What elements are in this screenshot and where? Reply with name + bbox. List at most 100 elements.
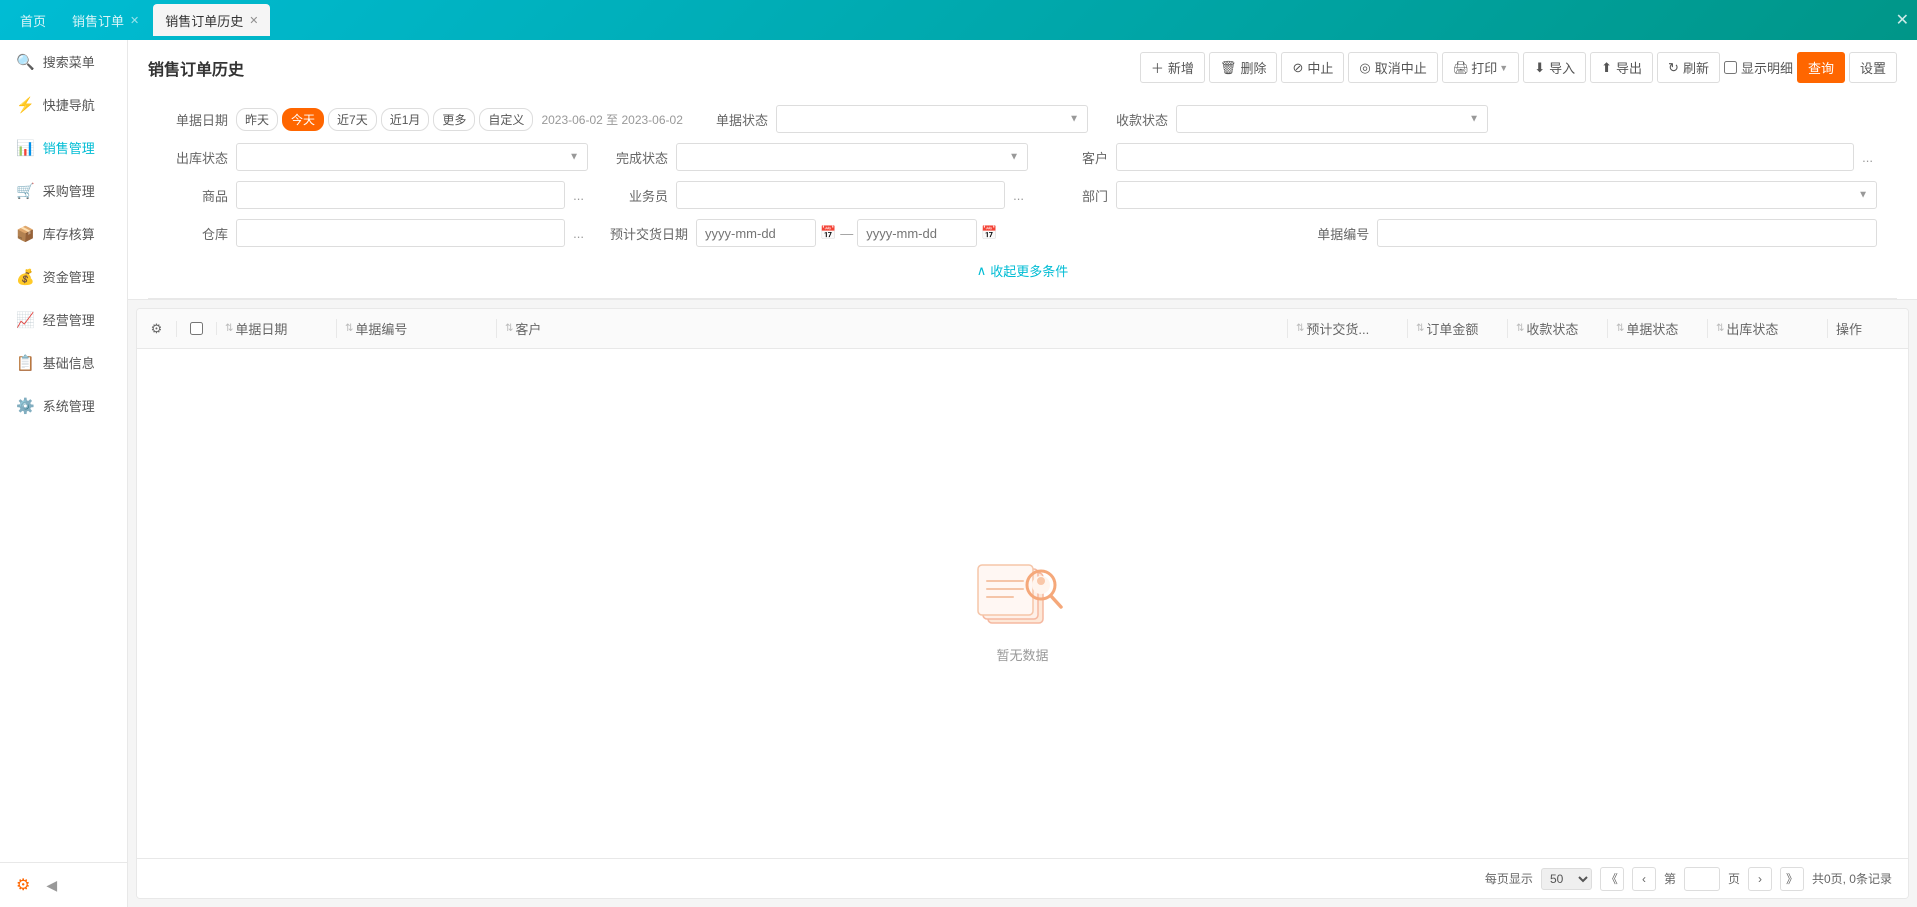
department-arrow-icon: ▼	[1858, 190, 1868, 201]
filter-group-complete-status: 完成状态 ▼	[608, 143, 1028, 171]
sidebar-item-system-mgmt[interactable]: ⚙️ 系统管理	[0, 384, 127, 427]
tab-sales-order-close[interactable]: ✕	[130, 14, 139, 27]
first-page-button[interactable]: 《	[1600, 867, 1624, 891]
import-button[interactable]: ⬇ 导入	[1523, 52, 1586, 83]
delivery-date-end-input[interactable]	[857, 219, 977, 247]
sidebar-item-capital[interactable]: 💰 资金管理	[0, 255, 127, 298]
sidebar-item-quick-nav[interactable]: ⚡ 快捷导航	[0, 83, 127, 126]
salesperson-dots-button[interactable]: ...	[1009, 188, 1028, 203]
warehouse-input[interactable]	[236, 219, 565, 247]
filter-group-date: 单据日期 昨天 今天 近7天 近1月 更多 自定义 2023-06-02 至 2…	[168, 108, 688, 131]
sidebar-item-search-menu-label: 搜索菜单	[43, 52, 95, 71]
warehouse-dots-button[interactable]: ...	[569, 226, 588, 241]
date-chip-custom[interactable]: 自定义	[479, 108, 533, 131]
date-chip-last1month[interactable]: 近1月	[381, 108, 430, 131]
th-settings[interactable]: ⚙	[137, 321, 177, 337]
goods-input[interactable]	[236, 181, 565, 209]
calendar-start-icon[interactable]: 📅	[820, 225, 836, 241]
th-customer-label: 客户	[515, 319, 541, 338]
top-bar: 首页 销售订单 ✕ 销售订单历史 ✕ ✕	[0, 0, 1917, 40]
settings-button[interactable]: 设置	[1849, 52, 1897, 83]
order-status-arrow-icon: ▼	[1069, 114, 1079, 125]
th-order-status[interactable]: ⇅ 单据状态	[1608, 319, 1708, 338]
receipt-status-select[interactable]: ▼	[1176, 105, 1488, 133]
sort-icon-order: ⇅	[1616, 323, 1624, 334]
th-number[interactable]: ⇅ 单据编号	[337, 319, 497, 338]
delivery-status-select[interactable]: ▼	[236, 143, 588, 171]
delivery-date-start-input[interactable]	[696, 219, 816, 247]
sidebar-settings-icon[interactable]: ⚙	[16, 875, 30, 895]
department-label: 部门	[1048, 186, 1108, 205]
th-receipt-status[interactable]: ⇅ 收款状态	[1508, 319, 1608, 338]
sidebar-item-purchase-mgmt[interactable]: 🛒 采购管理	[0, 169, 127, 212]
import-label: 导入	[1549, 58, 1575, 77]
show-details-input[interactable]	[1724, 61, 1737, 74]
tab-sales-order-history-close[interactable]: ✕	[249, 14, 258, 27]
last-page-button[interactable]: 》	[1780, 867, 1804, 891]
date-chip-yesterday[interactable]: 昨天	[236, 108, 278, 131]
delete-button[interactable]: 🗑 删除	[1209, 52, 1278, 83]
refresh-button[interactable]: ↻ 刷新	[1657, 52, 1720, 83]
th-delivery[interactable]: ⇅ 预计交货...	[1288, 319, 1408, 338]
filter-group-doc-number: 单据编号	[1309, 219, 1877, 247]
goods-label: 商品	[168, 186, 228, 205]
th-order-status-label: 单据状态	[1626, 319, 1678, 338]
th-action: 操作	[1828, 319, 1908, 338]
customer-input[interactable]	[1116, 143, 1854, 171]
collapse-button[interactable]: ∧ 收起更多条件	[168, 257, 1877, 288]
tab-sales-order-history[interactable]: 销售订单历史 ✕	[153, 4, 270, 36]
sidebar-item-search-menu[interactable]: 🔍 搜索菜单	[0, 40, 127, 83]
th-amount[interactable]: ⇅ 订单金额	[1408, 319, 1508, 338]
query-button[interactable]: 查询	[1797, 52, 1845, 83]
delivery-status-label: 出库状态	[168, 148, 228, 167]
sidebar-item-operations[interactable]: 📈 经营管理	[0, 298, 127, 341]
date-chip-last7[interactable]: 近7天	[328, 108, 377, 131]
filter-group-warehouse: 仓库 ...	[168, 219, 588, 247]
department-select[interactable]: ▼	[1116, 181, 1877, 209]
date-chip-more[interactable]: 更多	[433, 108, 475, 131]
th-check[interactable]	[177, 322, 217, 335]
warehouse-label: 仓库	[168, 224, 228, 243]
calendar-end-icon[interactable]: 📅	[981, 225, 997, 241]
empty-state: 暂无数据	[973, 543, 1073, 664]
sidebar-collapse-icon[interactable]: ◀	[46, 877, 57, 894]
th-date[interactable]: ⇅ 单据日期	[217, 319, 337, 338]
tab-home[interactable]: 首页	[8, 4, 58, 36]
order-status-select[interactable]: ▼	[776, 105, 1088, 133]
add-icon: ＋	[1151, 58, 1164, 77]
order-status-label: 单据状态	[708, 110, 768, 129]
cancel-stop-button[interactable]: ◎ 取消中止	[1348, 52, 1437, 83]
customer-dots-button[interactable]: ...	[1858, 150, 1877, 165]
filter-group-salesperson: 业务员 ...	[608, 181, 1028, 209]
stop-button[interactable]: ⊘ 中止	[1281, 52, 1344, 83]
window-close-icon[interactable]: ✕	[1896, 10, 1909, 30]
next-page-button[interactable]: ›	[1748, 867, 1772, 891]
doc-number-input[interactable]	[1377, 219, 1877, 247]
sidebar-item-inventory[interactable]: 📦 库存核算	[0, 212, 127, 255]
page-number-input[interactable]: 1	[1684, 867, 1720, 891]
filter-group-goods: 商品 ...	[168, 181, 588, 209]
page-title: 销售订单历史	[148, 56, 244, 80]
purchase-icon: 🛒	[16, 182, 35, 200]
quick-nav-icon: ⚡	[16, 96, 35, 114]
tab-sales-order[interactable]: 销售订单 ✕	[60, 4, 151, 36]
page-size-select[interactable]: 50 100 200	[1541, 868, 1592, 890]
th-customer[interactable]: ⇅ 客户	[497, 319, 1288, 338]
goods-dots-button[interactable]: ...	[569, 188, 588, 203]
complete-status-select[interactable]: ▼	[676, 143, 1028, 171]
prev-page-button[interactable]: ‹	[1632, 867, 1656, 891]
select-all-checkbox[interactable]	[190, 322, 203, 335]
sidebar-item-sales-mgmt[interactable]: 📊 销售管理	[0, 126, 127, 169]
export-button[interactable]: ⬆ 导出	[1590, 52, 1653, 83]
th-delivery-status[interactable]: ⇅ 出库状态	[1708, 319, 1828, 338]
top-bar-right: ✕	[1896, 10, 1909, 30]
print-button[interactable]: 🖨 打印 ▼	[1442, 52, 1519, 83]
table-footer: 每页显示 50 100 200 《 ‹ 第 1 页 › 》 共0页, 0条记录	[137, 858, 1908, 898]
sidebar-item-sales-mgmt-label: 销售管理	[43, 138, 95, 157]
sidebar-item-basic-info[interactable]: 📋 基础信息	[0, 341, 127, 384]
add-button[interactable]: ＋ 新增	[1140, 52, 1205, 83]
show-details-checkbox[interactable]: 显示明细	[1724, 58, 1793, 77]
empty-illustration	[973, 543, 1073, 633]
date-chip-today[interactable]: 今天	[282, 108, 324, 131]
salesperson-input[interactable]	[676, 181, 1005, 209]
